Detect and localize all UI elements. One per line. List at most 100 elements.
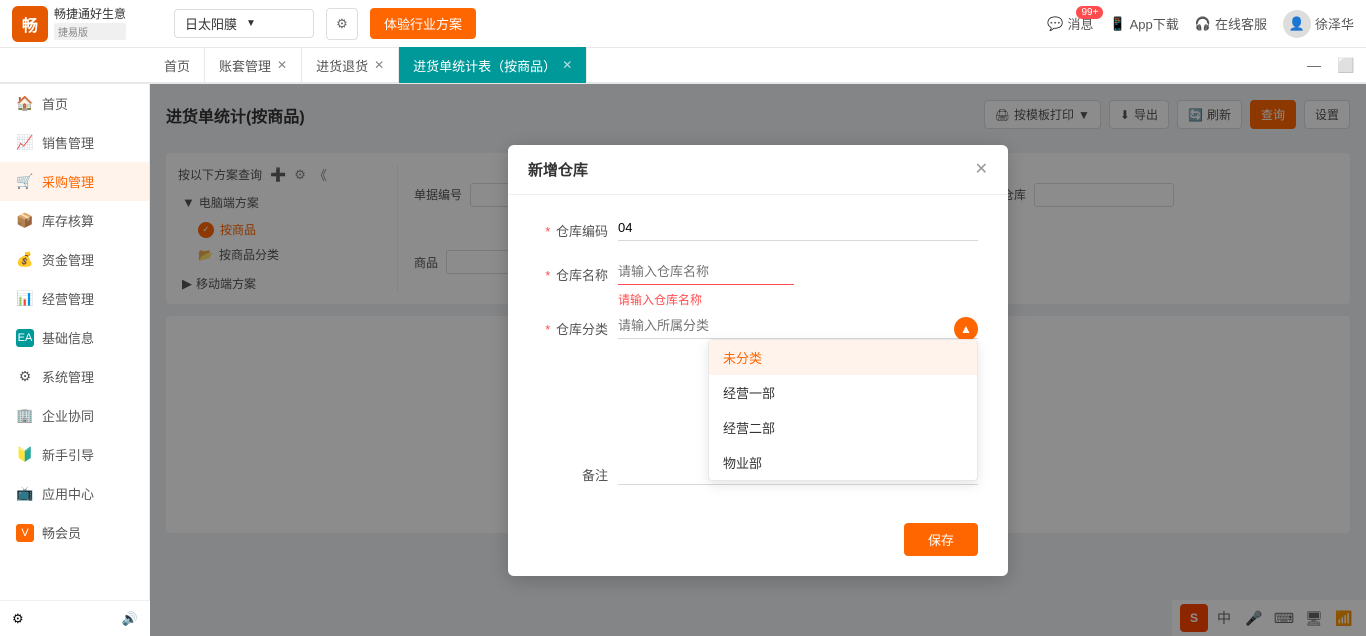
modal-body: * 仓库编码 * 仓库名称 请输入仓库名称 [508,195,1008,523]
sidebar-item-basic[interactable]: EA 基础信息 [0,318,149,357]
enterprise-icon: 🏢 [16,407,34,425]
logo-badge: 捷易版 [54,23,126,40]
modal-footer: 保存 [508,523,1008,556]
sidebar-operation-label: 经营管理 [42,289,94,308]
required-star-category: * [545,322,550,337]
sidebar-purchase-label: 采购管理 [42,172,94,191]
sidebar-footer-left-icon[interactable]: ⚙ [12,611,24,627]
sidebar-item-guide[interactable]: 🔰 新手引导 [0,435,149,474]
apps-icon: 📺 [16,485,34,503]
dropdown-item-dept2[interactable]: 经营二部 [709,410,977,445]
sidebar-item-system[interactable]: ⚙ 系统管理 [0,357,149,396]
avatar: 👤 [1283,10,1311,38]
sidebar-footer: ⚙ 🔊 [0,600,150,636]
tab-account-label: 账套管理 [219,56,271,75]
logo-title: 畅捷通好生意 [54,7,126,23]
tab-account[interactable]: 账套管理 ✕ [205,47,302,83]
store-name: 日太阳膜 [185,14,242,33]
sidebar-inventory-label: 库存核算 [42,211,94,230]
message-icon: 💬 [1047,16,1063,32]
online-service-button[interactable]: 🎧 在线客服 [1195,14,1267,33]
sidebar-footer-right-icon[interactable]: 🔊 [122,611,138,627]
sidebar-system-label: 系统管理 [42,367,94,386]
tab-home-label: 首页 [164,56,190,75]
user-menu-button[interactable]: 👤 徐泽华 [1283,10,1354,38]
member-icon: V [16,524,34,542]
tab-bar-right: — ⬜ [1302,53,1366,77]
tab-account-close[interactable]: ✕ [277,58,287,72]
finance-icon: 💰 [16,251,34,269]
tab-purchase-stats[interactable]: 进货单统计表（按商品） ✕ [399,47,587,83]
sidebar-item-home[interactable]: 🏠 首页 [0,84,149,123]
store-selector[interactable]: 日太阳膜 ▼ [174,9,314,38]
sidebar-item-purchase[interactable]: 🛒 采购管理 [0,162,149,201]
sidebar-basic-label: 基础信息 [42,328,94,347]
sidebar-item-member[interactable]: V 畅会员 [0,513,149,552]
modal-title: 新增仓库 [528,159,588,180]
name-error-message: 请输入仓库名称 [618,291,702,301]
category-wrapper: ▲ 未分类 经营一部 经营二部 物业部 [618,313,978,339]
required-star-code: * [545,224,550,239]
notification-badge: 99+ [1076,6,1103,19]
logo-area: 畅 畅捷通好生意 捷易版 [12,6,162,42]
tab-expand-button[interactable]: ⬜ [1334,53,1358,77]
category-dropdown-list: 未分类 经营一部 经营二部 物业部 [708,339,978,481]
top-bar-right: 💬 消息 99+ 📱 App下载 🎧 在线客服 👤 徐泽华 [1047,10,1354,38]
tab-home[interactable]: 首页 [150,47,205,83]
form-row-name: * 仓库名称 请输入仓库名称 [538,259,978,285]
system-icon: ⚙ [16,368,34,386]
basic-icon: EA [16,329,34,347]
form-row-code: * 仓库编码 [538,215,978,241]
category-toggle-button[interactable]: ▲ [954,317,978,341]
tab-minimize-button[interactable]: — [1302,53,1326,77]
messages-button[interactable]: 💬 消息 99+ [1047,14,1093,33]
purchase-icon: 🛒 [16,173,34,191]
store-dropdown-arrow: ▼ [246,18,303,29]
logo-icon: 畅 [12,6,48,42]
phone-icon: 📱 [1109,16,1125,32]
warehouse-code-input[interactable] [618,215,978,241]
category-input[interactable] [618,313,978,339]
content-area: 进货单统计(按商品) 🖨 按模板打印 ▼ ⬇ 导出 🔄 刷新 查询 [150,84,1366,636]
inventory-icon: 📦 [16,212,34,230]
modal-overlay: 新增仓库 ✕ * 仓库编码 * [150,84,1366,636]
category-label: * 仓库分类 [538,313,618,338]
home-icon: 🏠 [16,95,34,113]
trial-button[interactable]: 体验行业方案 [370,8,476,39]
modal-close-button[interactable]: ✕ [975,159,988,179]
top-bar: 畅 畅捷通好生意 捷易版 日太阳膜 ▼ ⚙ 体验行业方案 💬 消息 99+ 📱 … [0,0,1366,48]
settings-button[interactable]: ⚙ [326,8,358,40]
sidebar-item-operation[interactable]: 📊 经营管理 [0,279,149,318]
sidebar-guide-label: 新手引导 [42,445,94,464]
main-layout: 🏠 首页 📈 销售管理 🛒 采购管理 📦 库存核算 💰 资金管理 📊 经营管理 … [0,84,1366,636]
tab-bar: 首页 账套管理 ✕ 进货退货 ✕ 进货单统计表（按商品） ✕ — ⬜ [0,48,1366,84]
sidebar-enterprise-label: 企业协同 [42,406,94,425]
tab-purchase-return[interactable]: 进货退货 ✕ [302,47,399,83]
sidebar-item-sales[interactable]: 📈 销售管理 [0,123,149,162]
sidebar-apps-label: 应用中心 [42,484,94,503]
sidebar-item-finance[interactable]: 💰 资金管理 [0,240,149,279]
sidebar-sales-label: 销售管理 [42,133,94,152]
sales-icon: 📈 [16,134,34,152]
warehouse-name-input[interactable] [618,259,794,285]
new-warehouse-modal: 新增仓库 ✕ * 仓库编码 * [508,145,1008,576]
app-download-button[interactable]: 📱 App下载 [1109,14,1178,33]
sidebar-finance-label: 资金管理 [42,250,94,269]
tab-purchase-stats-close[interactable]: ✕ [562,58,572,72]
name-label: * 仓库名称 [538,259,618,284]
note-label: 备注 [538,459,618,484]
form-row-category: * 仓库分类 ▲ 未分类 经营一部 经营二部 物业部 [538,313,978,339]
tab-purchase-return-close[interactable]: ✕ [374,58,384,72]
sidebar-home-label: 首页 [42,94,68,113]
save-button[interactable]: 保存 [904,523,978,556]
tab-purchase-return-label: 进货退货 [316,56,368,75]
dropdown-item-property[interactable]: 物业部 [709,445,977,480]
code-label: * 仓库编码 [538,215,618,240]
sidebar: 🏠 首页 📈 销售管理 🛒 采购管理 📦 库存核算 💰 资金管理 📊 经营管理 … [0,84,150,636]
tab-purchase-stats-label: 进货单统计表（按商品） [413,56,556,75]
sidebar-item-enterprise[interactable]: 🏢 企业协同 [0,396,149,435]
dropdown-item-unclassified[interactable]: 未分类 [709,340,977,375]
dropdown-item-dept1[interactable]: 经营一部 [709,375,977,410]
sidebar-item-inventory[interactable]: 📦 库存核算 [0,201,149,240]
sidebar-item-apps[interactable]: 📺 应用中心 [0,474,149,513]
